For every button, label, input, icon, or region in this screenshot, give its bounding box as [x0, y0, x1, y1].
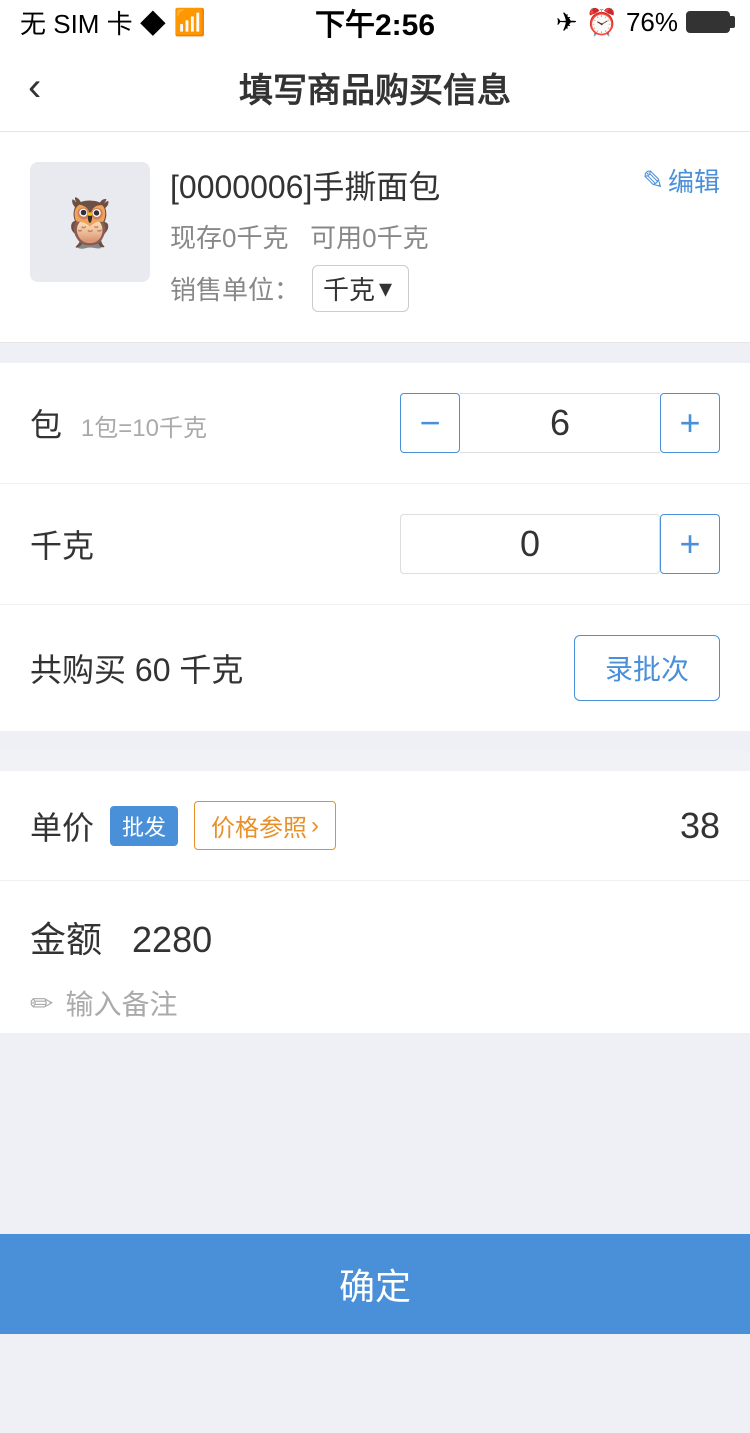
packing-plus-button[interactable]: + — [660, 393, 720, 453]
price-section: 单价 批发 价格参照 › 38 — [0, 771, 750, 881]
battery-icon — [686, 11, 730, 33]
kg-input[interactable] — [400, 514, 660, 574]
back-button[interactable]: ‹ — [28, 65, 41, 110]
page-title: 填写商品购买信息 — [239, 63, 511, 112]
stock-value: 现存0千克 — [170, 223, 288, 253]
confirm-button[interactable]: 确定 — [339, 1258, 411, 1310]
amount-value: 2280 — [132, 919, 212, 960]
note-row[interactable]: ✏ 输入备注 — [30, 983, 720, 1023]
product-info: [0000006]手撕面包 现存0千克 可用0千克 销售单位： 千克 ▾ — [170, 162, 720, 312]
edit-label: 编辑 — [668, 162, 720, 199]
owl-icon: 🦉 — [60, 194, 120, 251]
wifi-icon: 📶 — [174, 7, 206, 38]
total-row: 共购买 60 千克 录批次 — [0, 605, 750, 731]
price-ref-button[interactable]: 价格参照 › — [194, 801, 336, 850]
total-label: 共购买 60 千克 — [30, 645, 243, 691]
product-image: 🦉 — [30, 162, 150, 282]
packing-row: 包 1包=10千克 − + — [0, 363, 750, 484]
chevron-down-icon: ▾ — [379, 273, 392, 304]
unit-value: 千克 — [323, 270, 375, 307]
amount-row: 金额 2280 — [30, 911, 720, 963]
pencil-icon: ✏ — [30, 987, 53, 1020]
battery-text: 76% — [626, 7, 678, 38]
chevron-right-icon: › — [311, 812, 319, 840]
product-card: 🦉 [0000006]手撕面包 现存0千克 可用0千克 销售单位： 千克 ▾ ✎… — [0, 132, 750, 343]
kg-label: 千克 — [30, 521, 400, 567]
kg-control: + — [400, 514, 720, 574]
price-label: 单价 — [30, 803, 94, 849]
status-bar: 无 SIM 卡 ◆ 📶 下午2:56 ✈ ⏰ 76% — [0, 0, 750, 44]
available-value: 可用0千克 — [310, 223, 428, 253]
kg-plus-button[interactable]: + — [660, 514, 720, 574]
confirm-bar[interactable]: 确定 — [0, 1234, 750, 1334]
divider-2 — [0, 731, 750, 751]
price-ref-label: 价格参照 — [211, 808, 307, 843]
edit-button[interactable]: ✎ 编辑 — [642, 162, 720, 199]
quantity-section: 包 1包=10千克 − + 千克 + — [0, 363, 750, 605]
packing-control: − + — [400, 393, 720, 453]
nav-bar: ‹ 填写商品购买信息 — [0, 44, 750, 132]
packing-label: 包 1包=10千克 — [30, 400, 400, 446]
product-name: [0000006]手撕面包 — [170, 162, 720, 208]
bottom-area — [0, 1033, 750, 1433]
kg-row: 千克 + — [0, 484, 750, 605]
status-left: 无 SIM 卡 ◆ 📶 — [20, 4, 206, 41]
location-icon: ✈ — [556, 7, 578, 38]
product-stock: 现存0千克 可用0千克 — [170, 218, 720, 255]
unit-label: 销售单位： — [170, 270, 300, 307]
packing-sublabel: 1包=10千克 — [81, 415, 207, 442]
price-value: 38 — [680, 805, 720, 847]
price-type-badge: 批发 — [110, 806, 178, 846]
packing-minus-button[interactable]: − — [400, 393, 460, 453]
product-unit-row: 销售单位： 千克 ▾ — [170, 265, 720, 312]
amount-label: 金额 — [30, 919, 102, 960]
divider-1 — [0, 343, 750, 363]
status-time: 下午2:56 — [315, 0, 435, 44]
alarm-icon: ⏰ — [586, 7, 618, 38]
packing-input[interactable] — [460, 393, 660, 453]
note-placeholder: 输入备注 — [65, 983, 177, 1023]
batch-button[interactable]: 录批次 — [574, 635, 720, 701]
status-right: ✈ ⏰ 76% — [556, 7, 730, 38]
edit-icon: ✎ — [642, 165, 664, 196]
unit-select[interactable]: 千克 ▾ — [312, 265, 409, 312]
amount-section: 金额 2280 ✏ 输入备注 — [0, 881, 750, 1033]
sim-label: 无 SIM 卡 ◆ — [20, 4, 166, 41]
